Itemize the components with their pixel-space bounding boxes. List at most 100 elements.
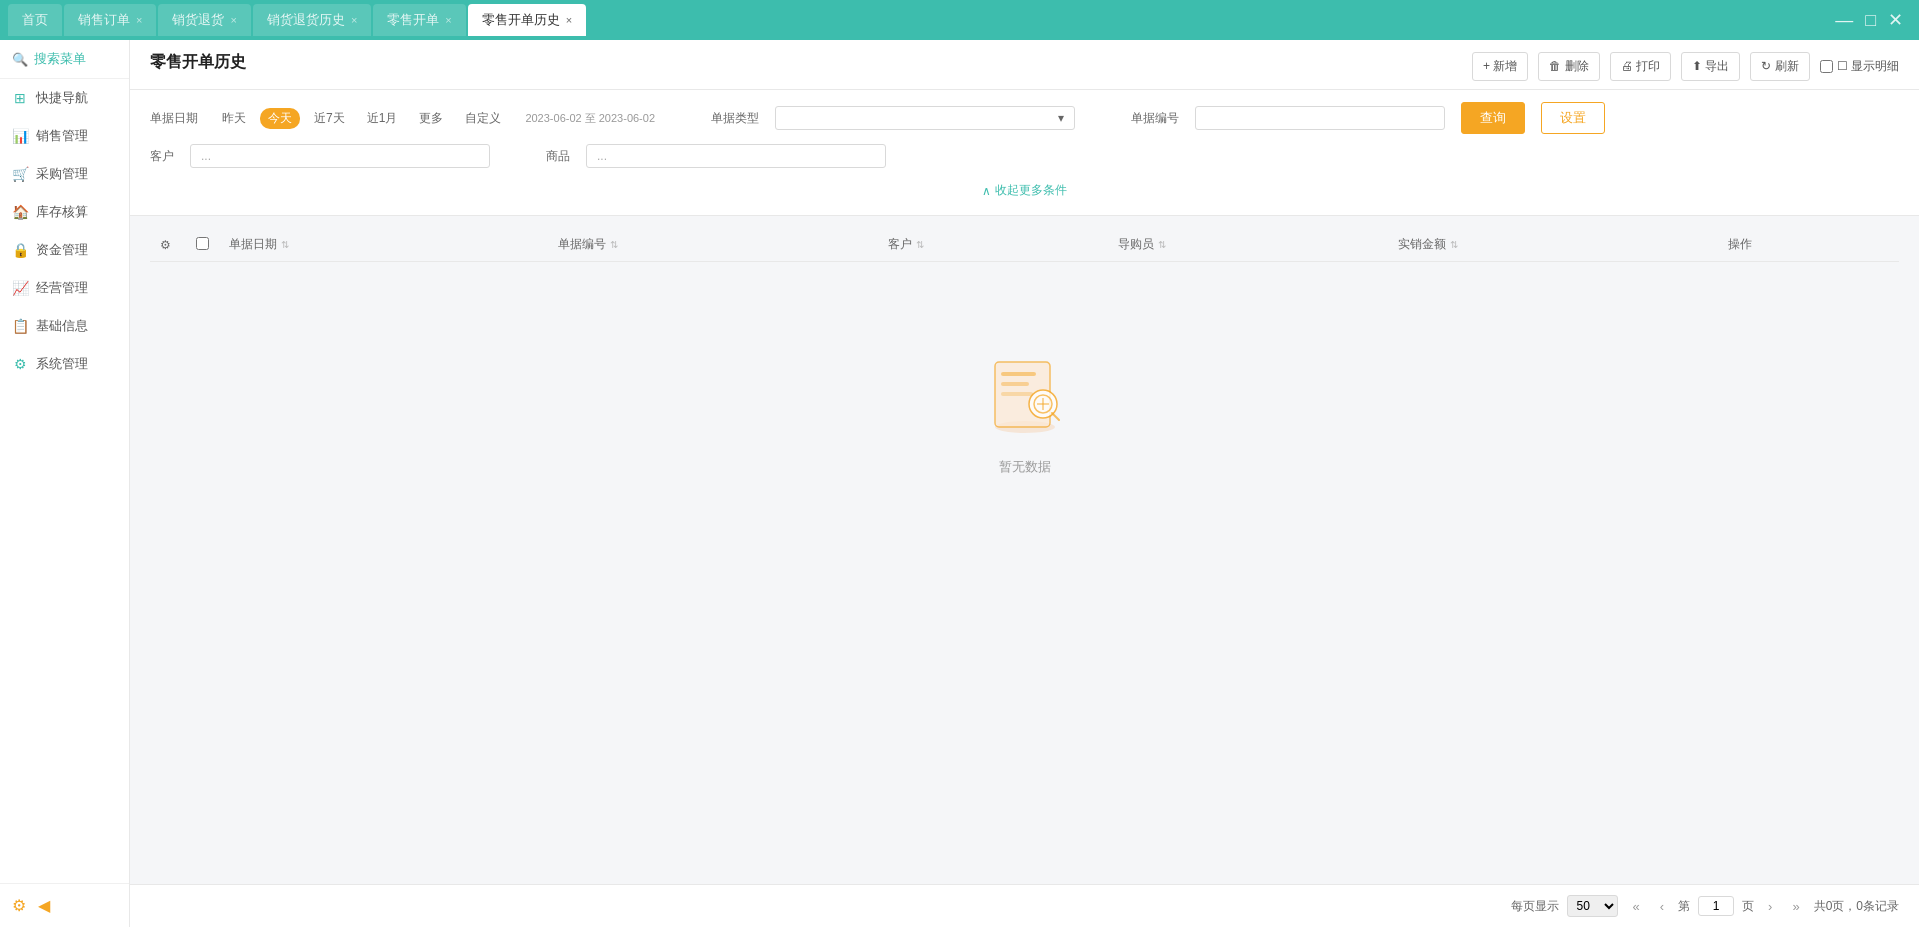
- table-settings-icon[interactable]: ⚙: [160, 238, 171, 252]
- sidebar-icon-sales: 📊: [12, 128, 28, 144]
- sidebar-item-basic-info[interactable]: 📋 基础信息: [0, 307, 129, 345]
- per-page-select[interactable]: 102050100: [1567, 895, 1618, 917]
- date-btn-yesterday[interactable]: 昨天: [214, 108, 254, 129]
- product-select[interactable]: ...: [586, 144, 886, 168]
- prev-page-btn[interactable]: ‹: [1654, 897, 1670, 916]
- sort-icon-doc_no[interactable]: ⇅: [610, 239, 618, 250]
- tab-sales-return-history[interactable]: 销货退货历史 ×: [253, 4, 371, 36]
- svg-rect-4: [1001, 392, 1033, 396]
- sidebar-items: ⊞ 快捷导航 📊 销售管理 🛒 采购管理 🏠 库存核算 🔒 资金管理 📈 经营管…: [0, 79, 129, 383]
- date-btn-custom[interactable]: 自定义: [457, 108, 509, 129]
- pagination: 每页显示 102050100 « ‹ 第 页 › » 共0页，0条记录: [130, 884, 1919, 927]
- search-icon: 🔍: [12, 52, 28, 67]
- select-all-checkbox[interactable]: [196, 237, 209, 250]
- sidebar-item-sales[interactable]: 📊 销售管理: [0, 117, 129, 155]
- tab-label-home: 首页: [22, 11, 48, 29]
- tab-home[interactable]: 首页: [8, 4, 62, 36]
- doc-type-select[interactable]: ▾: [775, 106, 1075, 130]
- display-detail-input[interactable]: [1820, 60, 1833, 73]
- tab-close-retail-open-history[interactable]: ×: [566, 14, 572, 26]
- sort-icon-salesperson[interactable]: ⇅: [1158, 239, 1166, 250]
- customer-select[interactable]: ...: [190, 144, 490, 168]
- setting-button[interactable]: 设置: [1541, 102, 1605, 134]
- th-salesperson[interactable]: 导购员⇅: [1108, 228, 1388, 262]
- tab-retail-open-history[interactable]: 零售开单历史×: [468, 4, 586, 36]
- tab-retail-open[interactable]: 零售开单×: [373, 4, 465, 36]
- collapse-button[interactable]: ∧ 收起更多条件: [150, 178, 1899, 203]
- sidebar-item-finance[interactable]: 🔒 资金管理: [0, 231, 129, 269]
- maximize-icon[interactable]: □: [1865, 10, 1876, 31]
- print-button[interactable]: 🖨 打印: [1610, 52, 1671, 81]
- col-label-action: 操作: [1728, 237, 1752, 251]
- toolbar: + 新增 🗑 删除 🖨 打印 ⬆ 导出 ↻ 刷新 ☐ 显示明细: [1472, 52, 1899, 89]
- svg-line-7: [1052, 413, 1059, 420]
- sidebar-label-system: 系统管理: [36, 355, 88, 373]
- refresh-button[interactable]: ↻ 刷新: [1750, 52, 1809, 81]
- empty-state: 暂无数据: [150, 262, 1899, 556]
- collapse-arrow-icon: ∧: [982, 184, 991, 198]
- page-title: 零售开单历史: [150, 52, 246, 85]
- col-label-customer: 客户: [888, 236, 912, 253]
- sidebar-icon-system: ⚙: [12, 356, 28, 372]
- customer-label: 客户: [150, 148, 174, 165]
- sidebar-item-quick-nav[interactable]: ⊞ 快捷导航: [0, 79, 129, 117]
- collapse-sidebar-icon[interactable]: ◀: [38, 896, 50, 915]
- table-header-row: ⚙单据日期⇅单据编号⇅客户⇅导购员⇅实销金额⇅操作: [150, 228, 1899, 262]
- tab-close-sales-return-history[interactable]: ×: [351, 14, 357, 26]
- delete-button[interactable]: 🗑 删除: [1538, 52, 1599, 81]
- export-button[interactable]: ⬆ 导出: [1681, 52, 1740, 81]
- sidebar-icon-basic-info: 📋: [12, 318, 28, 334]
- sort-icon-amount[interactable]: ⇅: [1450, 239, 1458, 250]
- customer-ellipsis: ...: [201, 149, 211, 163]
- content-area: 零售开单历史 + 新增 🗑 删除 🖨 打印 ⬆ 导出 ↻ 刷新 ☐ 显示明细 单…: [130, 40, 1919, 927]
- tab-sales-return[interactable]: 销货退货×: [158, 4, 250, 36]
- page-input[interactable]: [1698, 896, 1734, 916]
- sidebar-item-system[interactable]: ⚙ 系统管理: [0, 345, 129, 383]
- total-info: 共0页，0条记录: [1814, 898, 1899, 915]
- tab-label-sales-order: 销售订单: [78, 11, 130, 29]
- data-table: ⚙单据日期⇅单据编号⇅客户⇅导购员⇅实销金额⇅操作: [150, 228, 1899, 262]
- sidebar-label-finance: 资金管理: [36, 241, 88, 259]
- sidebar-icon-purchase: 🛒: [12, 166, 28, 182]
- date-btn-today[interactable]: 今天: [260, 108, 300, 129]
- next-page-btn[interactable]: ›: [1762, 897, 1778, 916]
- col-label-doc_no: 单据编号: [558, 236, 606, 253]
- minimize-icon[interactable]: —: [1835, 10, 1853, 31]
- collapse-label: 收起更多条件: [995, 182, 1067, 199]
- th-amount[interactable]: 实销金额⇅: [1388, 228, 1717, 262]
- sidebar-label-sales: 销售管理: [36, 127, 88, 145]
- tab-sales-order[interactable]: 销售订单 ×: [64, 4, 156, 36]
- sidebar-item-operations[interactable]: 📈 经营管理: [0, 269, 129, 307]
- add-button[interactable]: + 新增: [1472, 52, 1528, 81]
- empty-icon: [975, 342, 1075, 442]
- query-button[interactable]: 查询: [1461, 102, 1525, 134]
- col-label-date: 单据日期: [229, 236, 277, 253]
- sort-icon-date[interactable]: ⇅: [281, 239, 289, 250]
- th-customer[interactable]: 客户 ⇅: [878, 228, 1109, 262]
- product-ellipsis: ...: [597, 149, 607, 163]
- settings-icon[interactable]: ⚙: [12, 896, 26, 915]
- tab-close-retail-open[interactable]: ×: [445, 14, 451, 26]
- date-btn-last_month[interactable]: 近1月: [359, 108, 406, 129]
- sidebar-item-purchase[interactable]: 🛒 采购管理: [0, 155, 129, 193]
- sidebar-item-inventory[interactable]: 🏠 库存核算: [0, 193, 129, 231]
- empty-text: 暂无数据: [999, 458, 1051, 476]
- tab-close-sales-return[interactable]: ×: [230, 14, 236, 26]
- tab-label-sales-return-history: 销货退货历史: [267, 11, 345, 29]
- th-date[interactable]: 单据日期 ⇅: [219, 228, 548, 262]
- display-detail-checkbox[interactable]: ☐ 显示明细: [1820, 58, 1899, 75]
- date-btn-more[interactable]: 更多: [411, 108, 451, 129]
- date-label: 单据日期: [150, 110, 198, 127]
- table-head: ⚙单据日期⇅单据编号⇅客户⇅导购员⇅实销金额⇅操作: [150, 228, 1899, 262]
- window-controls: — □ ✕: [1835, 9, 1911, 31]
- th-doc_no[interactable]: 单据编号 ⇅: [548, 228, 877, 262]
- sort-icon-customer[interactable]: ⇅: [916, 239, 924, 250]
- doc-no-input[interactable]: [1195, 106, 1445, 130]
- sidebar-search[interactable]: 🔍 搜索菜单: [0, 40, 129, 79]
- last-page-btn[interactable]: »: [1786, 897, 1805, 916]
- first-page-btn[interactable]: «: [1626, 897, 1645, 916]
- close-icon[interactable]: ✕: [1888, 9, 1903, 31]
- date-btn-last7[interactable]: 近7天: [306, 108, 353, 129]
- tab-close-sales-order[interactable]: ×: [136, 14, 142, 26]
- filter-row-1: 单据日期 昨天今天近7天近1月更多自定义 2023-06-02 至 2023-0…: [150, 102, 1899, 134]
